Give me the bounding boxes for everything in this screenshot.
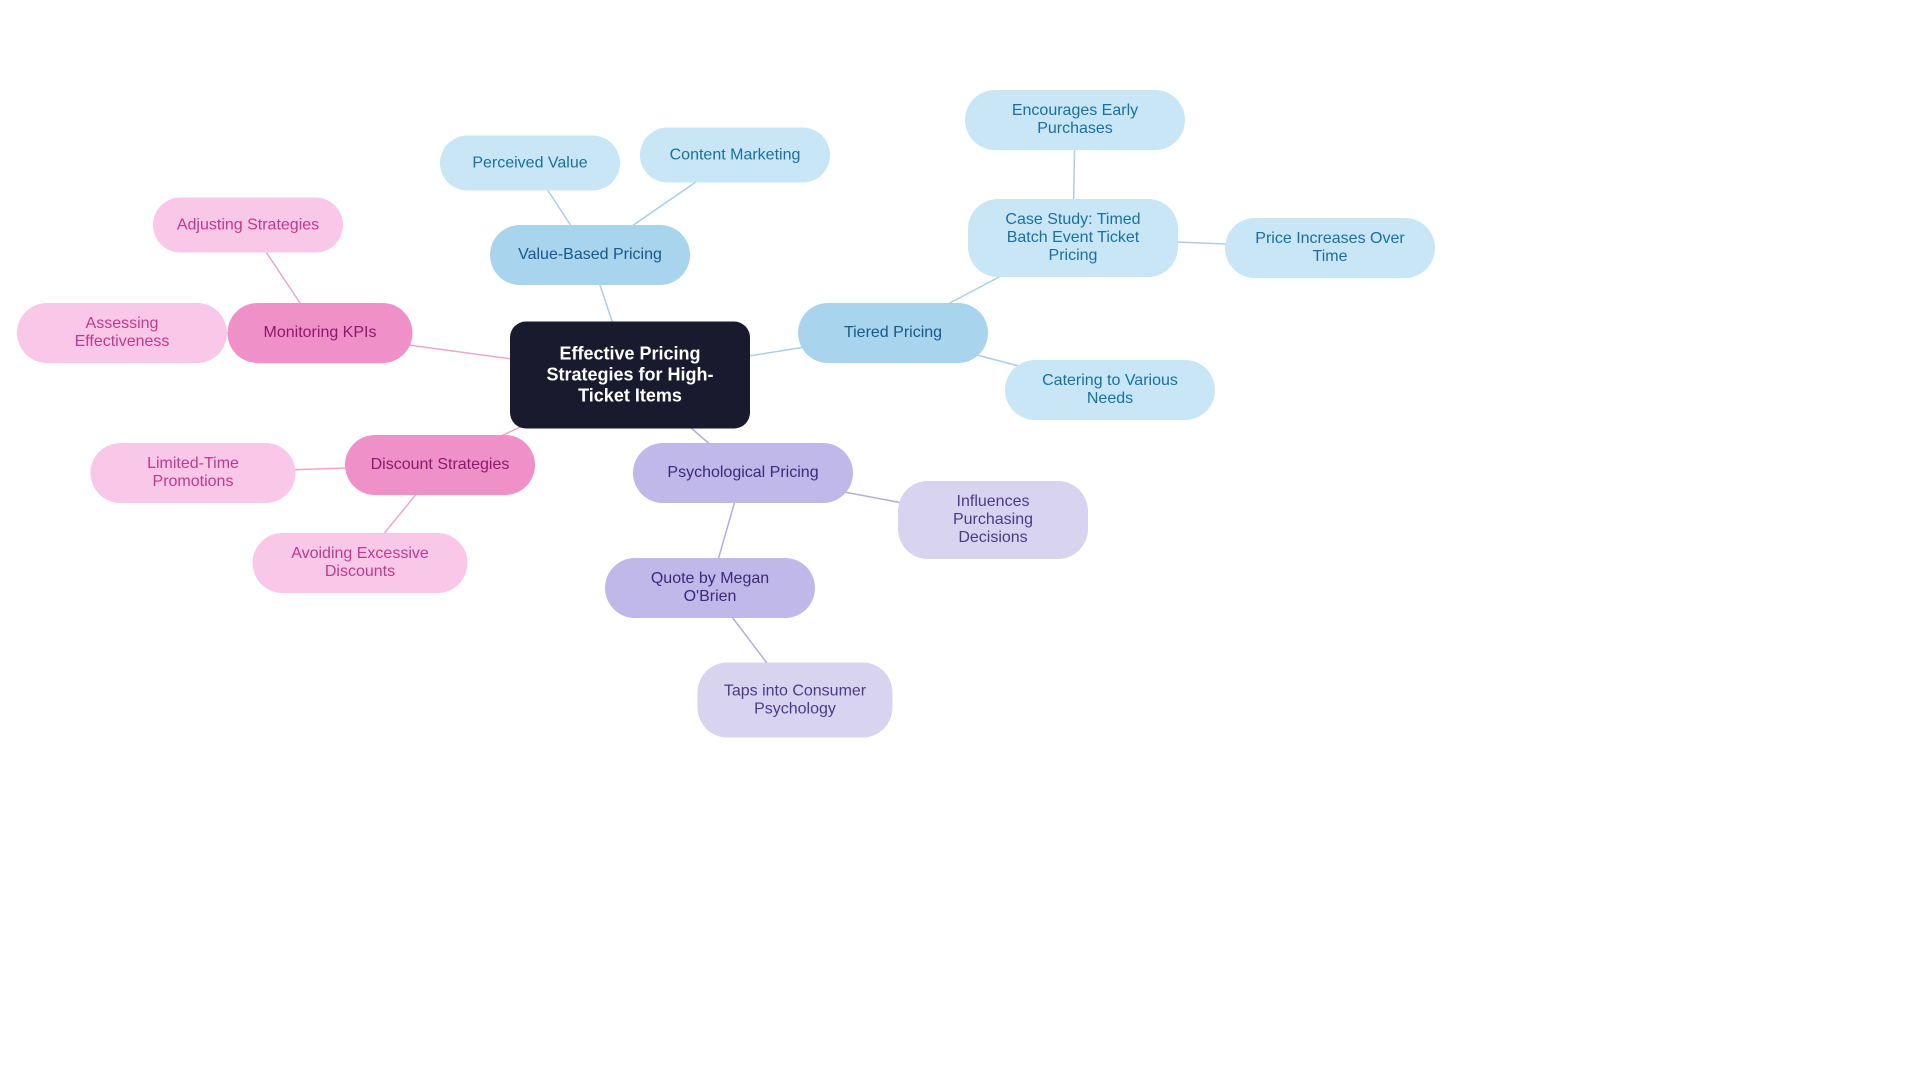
node-value_based_pricing[interactable]: Value-Based Pricing	[490, 225, 690, 285]
node-adjusting_strategies[interactable]: Adjusting Strategies	[153, 198, 343, 253]
node-limited_time[interactable]: Limited-Time Promotions	[91, 443, 296, 503]
node-discount_strategies[interactable]: Discount Strategies	[345, 435, 535, 495]
node-encourages_early[interactable]: Encourages Early Purchases	[965, 90, 1185, 150]
node-taps_consumer[interactable]: Taps into Consumer Psychology	[698, 663, 893, 738]
node-quote_obrien[interactable]: Quote by Megan O'Brien	[605, 558, 815, 618]
node-center[interactable]: Effective Pricing Strategies for High-Ti…	[510, 322, 750, 429]
node-avoiding_excessive[interactable]: Avoiding Excessive Discounts	[253, 533, 468, 593]
node-content_marketing[interactable]: Content Marketing	[640, 128, 830, 183]
node-psychological_pricing[interactable]: Psychological Pricing	[633, 443, 853, 503]
node-perceived_value[interactable]: Perceived Value	[440, 136, 620, 191]
node-tiered_pricing[interactable]: Tiered Pricing	[798, 303, 988, 363]
node-assessing_effectiveness[interactable]: Assessing Effectiveness	[17, 303, 227, 363]
node-monitoring_kpis[interactable]: Monitoring KPIs	[228, 303, 413, 363]
node-price_increases[interactable]: Price Increases Over Time	[1225, 218, 1435, 278]
node-case_study[interactable]: Case Study: Timed Batch Event Ticket Pri…	[968, 199, 1178, 277]
node-catering_needs[interactable]: Catering to Various Needs	[1005, 360, 1215, 420]
mindmap-container: Effective Pricing Strategies for High-Ti…	[0, 0, 1920, 1083]
node-influences_purchasing[interactable]: Influences Purchasing Decisions	[898, 481, 1088, 559]
